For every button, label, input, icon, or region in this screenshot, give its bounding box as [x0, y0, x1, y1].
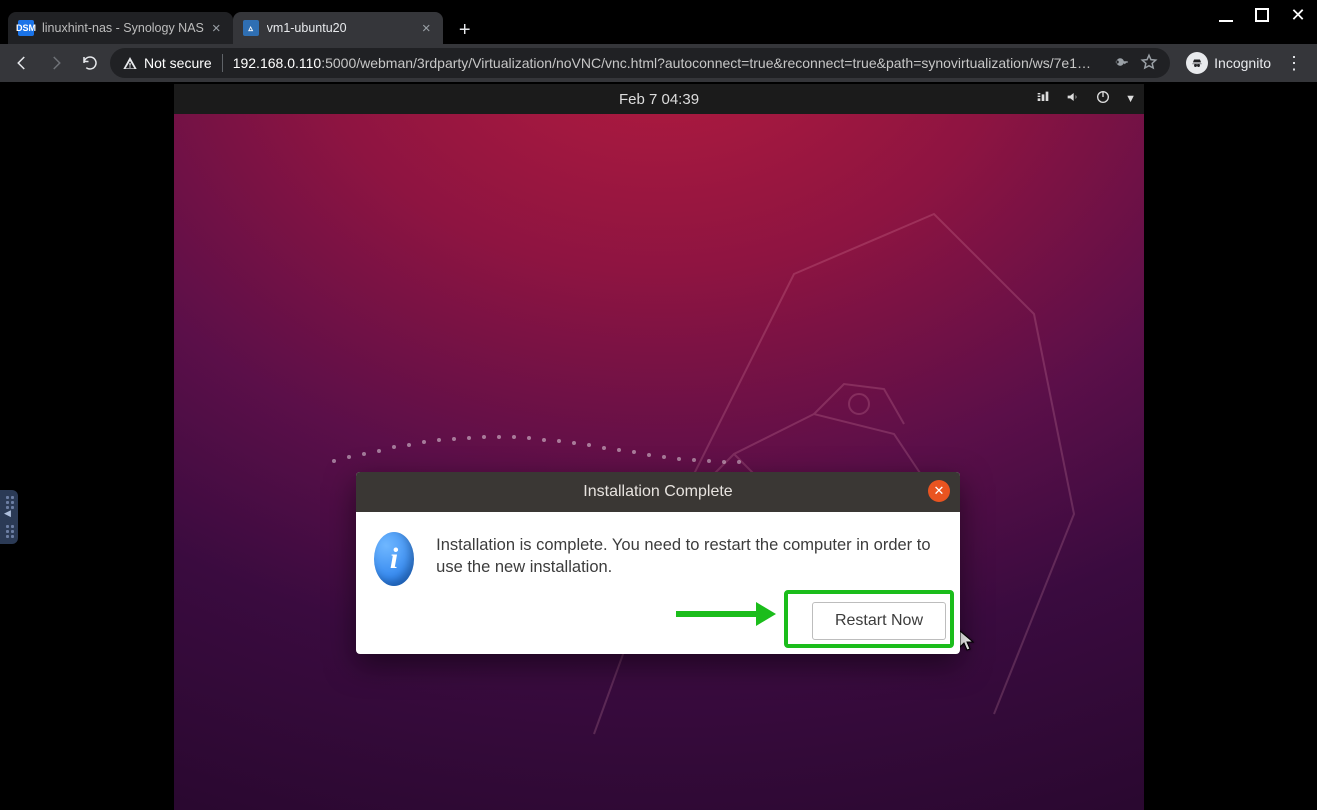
- browser-tabstrip: DSM linuxhint-nas - Synology NAS × ▵ vm1…: [0, 8, 1317, 44]
- tab-title: vm1-ubuntu20: [267, 21, 414, 35]
- browser-toolbar: Not secure 192.168.0.110:5000/webman/3rd…: [0, 44, 1317, 82]
- gnome-clock[interactable]: Feb 7 04:39: [619, 91, 699, 108]
- installation-complete-dialog: Installation Complete ✕ i Installation i…: [356, 472, 960, 654]
- site-security-label: Not secure: [144, 55, 212, 71]
- window-close-icon[interactable]: ✕: [1291, 8, 1305, 22]
- network-icon[interactable]: [1035, 89, 1051, 109]
- tab-close-icon[interactable]: ×: [212, 20, 221, 37]
- annotation-arrow: [676, 602, 776, 626]
- chevron-down-icon[interactable]: ▼: [1125, 93, 1136, 105]
- bookmark-star-icon[interactable]: [1140, 53, 1158, 74]
- favicon-vm-icon: ▵: [243, 20, 259, 36]
- nav-reload-button[interactable]: [76, 49, 104, 77]
- page-content: ◀ Feb 7 04:39 ▼: [0, 82, 1317, 810]
- dialog-title: Installation Complete: [583, 483, 732, 501]
- dialog-close-button[interactable]: ✕: [928, 480, 950, 502]
- novnc-control-handle[interactable]: ◀: [0, 490, 18, 544]
- incognito-indicator[interactable]: Incognito: [1186, 52, 1271, 74]
- restart-now-button[interactable]: Restart Now: [812, 602, 946, 640]
- browser-tab-vm1-ubuntu20[interactable]: ▵ vm1-ubuntu20 ×: [233, 12, 443, 44]
- gnome-status-area[interactable]: ▼: [1035, 84, 1136, 114]
- nav-forward-button[interactable]: [42, 49, 70, 77]
- nav-back-button[interactable]: [8, 49, 36, 77]
- info-icon: i: [374, 532, 414, 586]
- incognito-icon: [1186, 52, 1208, 74]
- address-bar[interactable]: Not secure 192.168.0.110:5000/webman/3rd…: [110, 48, 1170, 78]
- omnibox-divider: [222, 54, 223, 72]
- window-maximize-icon[interactable]: [1255, 8, 1269, 22]
- tab-title: linuxhint-nas - Synology NAS: [42, 21, 204, 35]
- saved-password-icon[interactable]: [1112, 53, 1130, 74]
- favicon-dsm-icon: DSM: [18, 20, 34, 36]
- power-icon[interactable]: [1095, 89, 1111, 109]
- volume-icon[interactable]: [1065, 89, 1081, 109]
- vnc-viewport[interactable]: Feb 7 04:39 ▼: [174, 84, 1144, 810]
- window-controls: ✕: [1219, 8, 1305, 22]
- dialog-message: Installation is complete. You need to re…: [436, 532, 938, 579]
- warning-triangle-icon: [122, 55, 138, 71]
- mouse-cursor-icon: [959, 630, 975, 652]
- site-security-chip[interactable]: Not secure: [122, 55, 212, 71]
- incognito-label: Incognito: [1214, 55, 1271, 71]
- browser-tab-linuxhint-nas[interactable]: DSM linuxhint-nas - Synology NAS ×: [8, 12, 233, 44]
- window-minimize-icon[interactable]: [1219, 8, 1233, 22]
- new-tab-button[interactable]: +: [451, 16, 479, 44]
- tab-close-icon[interactable]: ×: [422, 20, 431, 37]
- browser-menu-button[interactable]: ⋮: [1285, 53, 1303, 74]
- gnome-top-bar: Feb 7 04:39 ▼: [174, 84, 1144, 114]
- omnibox-url: 192.168.0.110:5000/webman/3rdparty/Virtu…: [233, 55, 1102, 71]
- dialog-titlebar[interactable]: Installation Complete ✕: [356, 472, 960, 512]
